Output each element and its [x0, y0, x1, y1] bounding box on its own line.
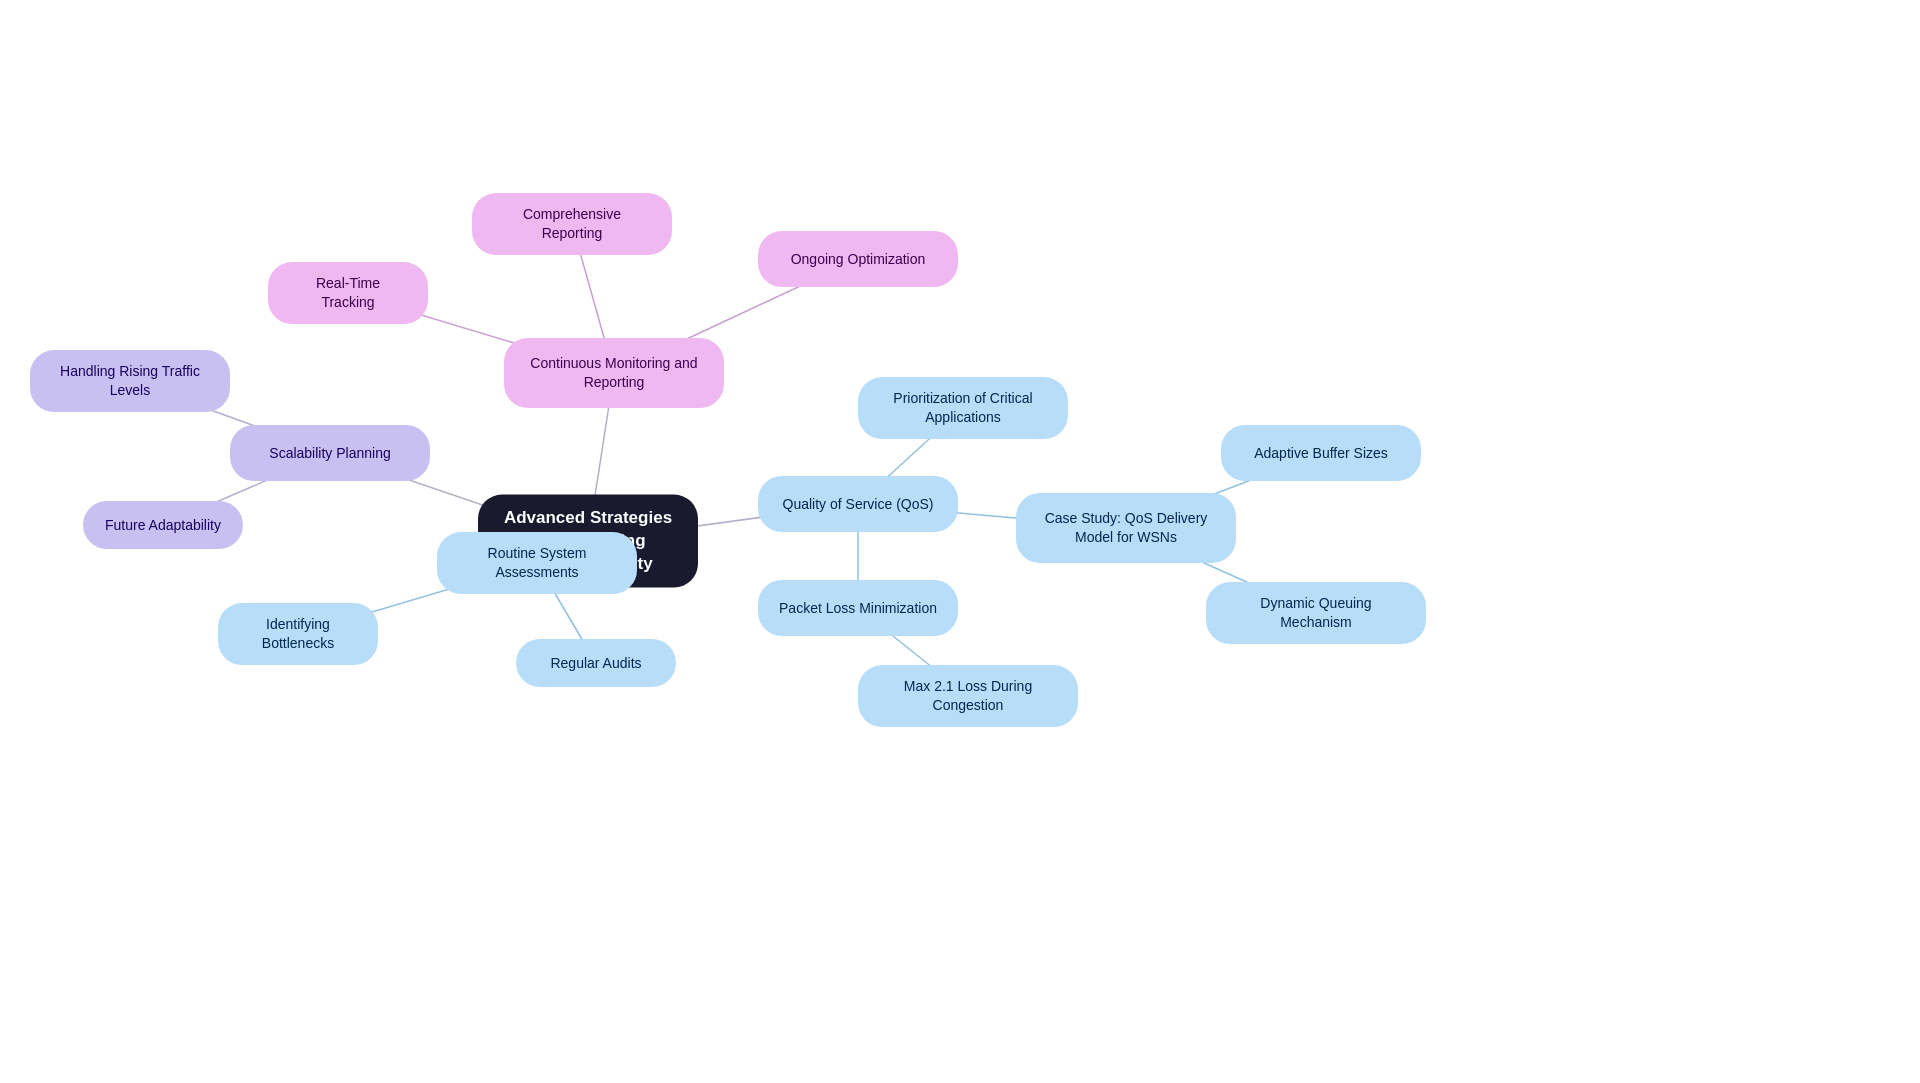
prioritization-node: Prioritization of Critical Applications: [858, 377, 1068, 439]
quality-of-service-node: Quality of Service (QoS): [758, 476, 958, 532]
real-time-tracking-label: Real-Time Tracking: [288, 274, 408, 312]
dynamic-queuing-label: Dynamic Queuing Mechanism: [1226, 594, 1406, 632]
adaptive-buffer-label: Adaptive Buffer Sizes: [1254, 444, 1388, 463]
regular-audits-node: Regular Audits: [516, 639, 676, 687]
ongoing-optimization-label: Ongoing Optimization: [791, 250, 926, 269]
future-adaptability-label: Future Adaptability: [105, 516, 221, 535]
routine-assessments-label: Routine System Assessments: [457, 544, 617, 582]
packet-loss-node: Packet Loss Minimization: [758, 580, 958, 636]
handling-rising-node: Handling Rising Traffic Levels: [30, 350, 230, 412]
case-study-label: Case Study: QoS Delivery Model for WSNs: [1036, 509, 1216, 547]
adaptive-buffer-node: Adaptive Buffer Sizes: [1221, 425, 1421, 481]
identifying-bottlenecks-label: Identifying Bottlenecks: [238, 615, 358, 653]
max-loss-label: Max 2.1 Loss During Congestion: [878, 677, 1058, 715]
future-adaptability-node: Future Adaptability: [83, 501, 243, 549]
continuous-monitoring-label: Continuous Monitoring and Reporting: [524, 354, 704, 392]
scalability-planning-node: Scalability Planning: [230, 425, 430, 481]
comprehensive-reporting-node: Comprehensive Reporting: [472, 193, 672, 255]
packet-loss-label: Packet Loss Minimization: [779, 599, 937, 618]
identifying-bottlenecks-node: Identifying Bottlenecks: [218, 603, 378, 665]
continuous-monitoring-node: Continuous Monitoring and Reporting: [504, 338, 724, 408]
comprehensive-reporting-label: Comprehensive Reporting: [492, 205, 652, 243]
quality-of-service-label: Quality of Service (QoS): [783, 495, 934, 514]
max-loss-node: Max 2.1 Loss During Congestion: [858, 665, 1078, 727]
real-time-tracking-node: Real-Time Tracking: [268, 262, 428, 324]
ongoing-optimization-node: Ongoing Optimization: [758, 231, 958, 287]
prioritization-label: Prioritization of Critical Applications: [878, 389, 1048, 427]
handling-rising-label: Handling Rising Traffic Levels: [50, 362, 210, 400]
dynamic-queuing-node: Dynamic Queuing Mechanism: [1206, 582, 1426, 644]
regular-audits-label: Regular Audits: [550, 654, 641, 673]
routine-assessments-node: Routine System Assessments: [437, 532, 637, 594]
scalability-planning-label: Scalability Planning: [269, 444, 390, 463]
case-study-node: Case Study: QoS Delivery Model for WSNs: [1016, 493, 1236, 563]
